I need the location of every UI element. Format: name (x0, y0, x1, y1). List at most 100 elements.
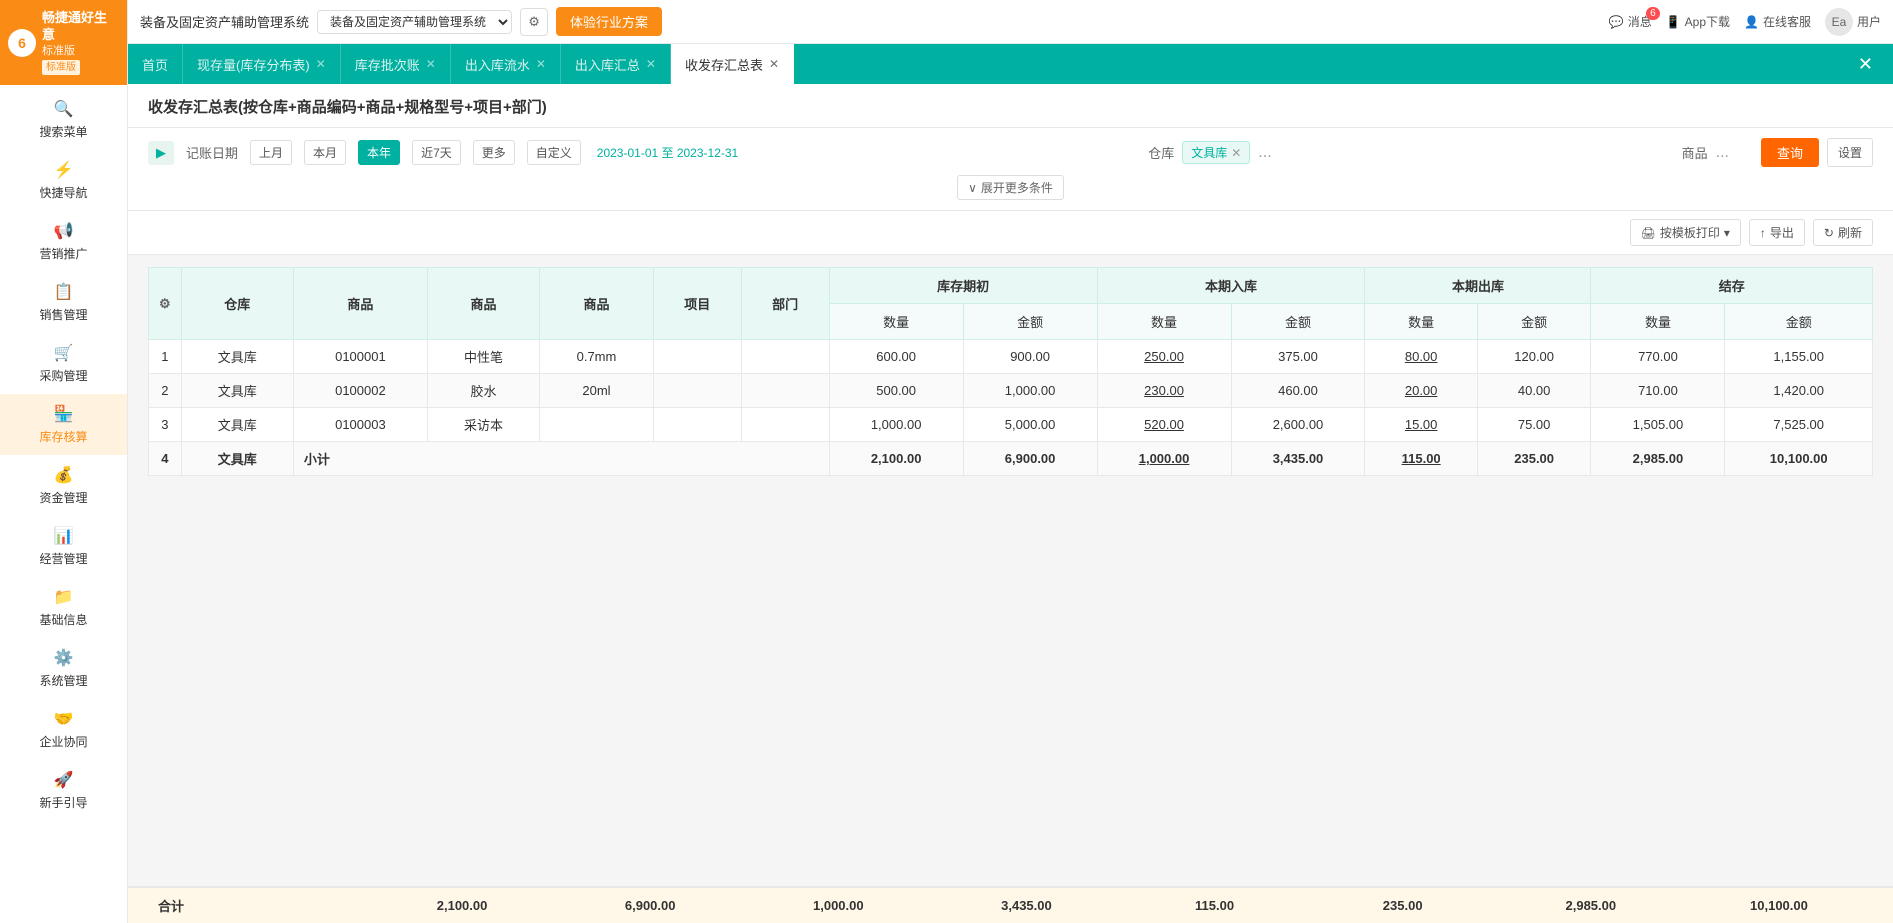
tab-receive-send[interactable]: 收发存汇总表 ✕ (671, 44, 794, 84)
row-project (653, 340, 741, 374)
date-btn-this-month[interactable]: 本月 (304, 140, 346, 165)
sidebar-item-enterprise[interactable]: 🤝企业协同 (0, 699, 127, 760)
tab-close-inventory-dist[interactable]: ✕ (316, 57, 326, 71)
filter-toggle-btn[interactable]: ▶ (148, 141, 174, 165)
row-out-qty[interactable]: 80.00 (1365, 340, 1477, 374)
service-icon: 👤 (1744, 15, 1759, 29)
total-open-amt: 6,900.00 (556, 898, 744, 913)
goods-dots-btn[interactable]: ... (1716, 144, 1729, 162)
open-amt-header: 金额 (963, 304, 1097, 340)
topbar-left: 装备及固定资产辅助管理系统 装备及固定资产辅助管理系统 ⚙ 体验行业方案 (140, 7, 1597, 36)
row-out-amt: 120.00 (1477, 340, 1591, 374)
warehouse-dots-btn[interactable]: ... (1258, 144, 1271, 162)
sidebar-item-operation[interactable]: 📊经营管理 (0, 516, 127, 577)
gear-button[interactable]: ⚙ (520, 8, 548, 36)
warehouse-tag-close-btn[interactable]: ✕ (1231, 146, 1241, 160)
tab-close-flow[interactable]: ✕ (536, 57, 546, 71)
tab-batch[interactable]: 库存批次账 ✕ (341, 44, 451, 84)
tab-close-batch[interactable]: ✕ (426, 57, 436, 71)
settings-col-header: ⚙ (149, 268, 182, 340)
print-dropdown-icon: ▾ (1724, 226, 1730, 240)
row-index: 3 (149, 408, 182, 442)
refresh-label: 刷新 (1838, 224, 1862, 241)
row-bal-amt: 7,525.00 (1725, 408, 1873, 442)
logo-icon: 6 (8, 29, 36, 57)
row-in-qty[interactable]: 250.00 (1097, 340, 1231, 374)
print-btn[interactable]: 🖨 按模板打印 ▾ (1630, 219, 1741, 246)
row-name: 胶水 (427, 374, 539, 408)
tab-home[interactable]: 首页 (128, 44, 183, 84)
sidebar-item-basic[interactable]: 📁基础信息 (0, 577, 127, 638)
warehouse-tag: 文具库 ✕ (1182, 141, 1250, 164)
date-btn-7days[interactable]: 近7天 (412, 140, 461, 165)
user-avatar: Ea (1825, 8, 1853, 36)
total-label: 合计 (148, 896, 348, 915)
sidebar-item-quick-nav[interactable]: ⚡快捷导航 (0, 150, 127, 211)
sidebar-item-system[interactable]: ⚙️系统管理 (0, 638, 127, 699)
filter-area: ▶ 记账日期 上月 本月 本年 近7天 更多 自定义 2023-01-01 至 … (128, 128, 1893, 211)
export-btn[interactable]: ↑ 导出 (1749, 219, 1805, 246)
row-dept (741, 408, 829, 442)
date-btn-this-year[interactable]: 本年 (358, 140, 400, 165)
row-in-qty[interactable]: 230.00 (1097, 374, 1231, 408)
user-btn[interactable]: Ea 用户 (1825, 8, 1881, 36)
tab-close-summary[interactable]: ✕ (646, 57, 656, 71)
tab-close-receive-send[interactable]: ✕ (769, 57, 779, 71)
tab-summary[interactable]: 出入库汇总 ✕ (561, 44, 671, 84)
close-all-tabs-btn[interactable]: ✕ (1850, 54, 1881, 75)
row-code: 0100003 (293, 408, 427, 442)
sidebar-item-marketing[interactable]: 📢营销推广 (0, 211, 127, 272)
sidebar-item-sales[interactable]: 📋销售管理 (0, 272, 127, 333)
topbar-right: 💬 消息 6 📱 App下载 👤 在线客服 Ea 用户 (1609, 8, 1881, 36)
date-btn-last-month[interactable]: 上月 (250, 140, 292, 165)
sidebar-nav: 🔍搜索菜单⚡快捷导航📢营销推广📋销售管理 🛒 采购管理 🏪库存核算💰资金管理📊经营管理… (0, 85, 127, 923)
filter-row-2: ∨ 展开更多条件 (148, 175, 1873, 200)
logo-text: 畅捷通好生意 标准版 标准版 (42, 10, 119, 75)
col-settings-icon[interactable]: ⚙ (159, 296, 171, 311)
online-service-btn[interactable]: 👤 在线客服 (1744, 13, 1811, 30)
open-qty-header: 数量 (829, 304, 963, 340)
subtotal-row: 4 文具库 小计 2,100.00 6,900.00 1,000.00 3,43… (149, 442, 1873, 476)
basic-label: 基础信息 (39, 611, 87, 628)
tab-inventory-dist[interactable]: 现存量(库存分布表) ✕ (183, 44, 341, 84)
sidebar-item-search-menu[interactable]: 🔍搜索菜单 (0, 89, 127, 150)
experience-btn[interactable]: 体验行业方案 (556, 7, 662, 36)
settings-btn[interactable]: 设置 (1827, 138, 1873, 167)
tab-flow[interactable]: 出入库流水 ✕ (451, 44, 561, 84)
date-label: 记账日期 (186, 143, 238, 162)
date-btn-custom[interactable]: 自定义 (527, 140, 581, 165)
warehouse-label: 仓库 (1148, 143, 1174, 162)
sidebar-item-guide[interactable]: 🚀新手引导 (0, 760, 127, 821)
row-warehouse: 文具库 (181, 408, 293, 442)
message-icon: 💬 (1609, 15, 1624, 29)
system-selector[interactable]: 装备及固定资产辅助管理系统 (317, 10, 512, 34)
row-out-qty[interactable]: 20.00 (1365, 374, 1477, 408)
row-out-qty[interactable]: 15.00 (1365, 408, 1477, 442)
name-col-header: 商品 (427, 268, 539, 340)
row-bal-amt: 1,420.00 (1725, 374, 1873, 408)
row-spec: 0.7mm (540, 340, 654, 374)
app-download-btn[interactable]: 📱 App下载 (1666, 13, 1730, 30)
date-btn-more[interactable]: 更多 (473, 140, 515, 165)
main-area: 装备及固定资产辅助管理系统 装备及固定资产辅助管理系统 ⚙ 体验行业方案 💬 消… (128, 0, 1893, 923)
query-btn[interactable]: 查询 (1761, 138, 1819, 167)
expand-conditions-btn[interactable]: ∨ 展开更多条件 (957, 175, 1064, 200)
sidebar-item-purchase[interactable]: 🛒 采购管理 (0, 333, 127, 394)
sidebar-item-finance[interactable]: 💰资金管理 (0, 455, 127, 516)
purchase-label: 采购管理 (39, 367, 87, 384)
print-label: 按模板打印 (1660, 224, 1720, 241)
sidebar-logo[interactable]: 6 畅捷通好生意 标准版 标准版 (0, 0, 127, 85)
row-project (653, 408, 741, 442)
total-bal-amt: 10,100.00 (1685, 898, 1873, 913)
refresh-btn[interactable]: ↻ 刷新 (1813, 219, 1873, 246)
row-dept (741, 374, 829, 408)
sidebar-item-inventory[interactable]: 🏪库存核算 (0, 394, 127, 455)
total-in-amt: 3,435.00 (932, 898, 1120, 913)
subtotal-out-qty: 115.00 (1365, 442, 1477, 476)
guide-icon: 🚀 (54, 770, 74, 790)
tab-label-flow: 出入库流水 (465, 55, 530, 74)
subtotal-open-qty: 2,100.00 (829, 442, 963, 476)
row-in-qty[interactable]: 520.00 (1097, 408, 1231, 442)
purchase-icon: 🛒 (54, 343, 74, 363)
message-btn[interactable]: 💬 消息 6 (1609, 13, 1652, 30)
